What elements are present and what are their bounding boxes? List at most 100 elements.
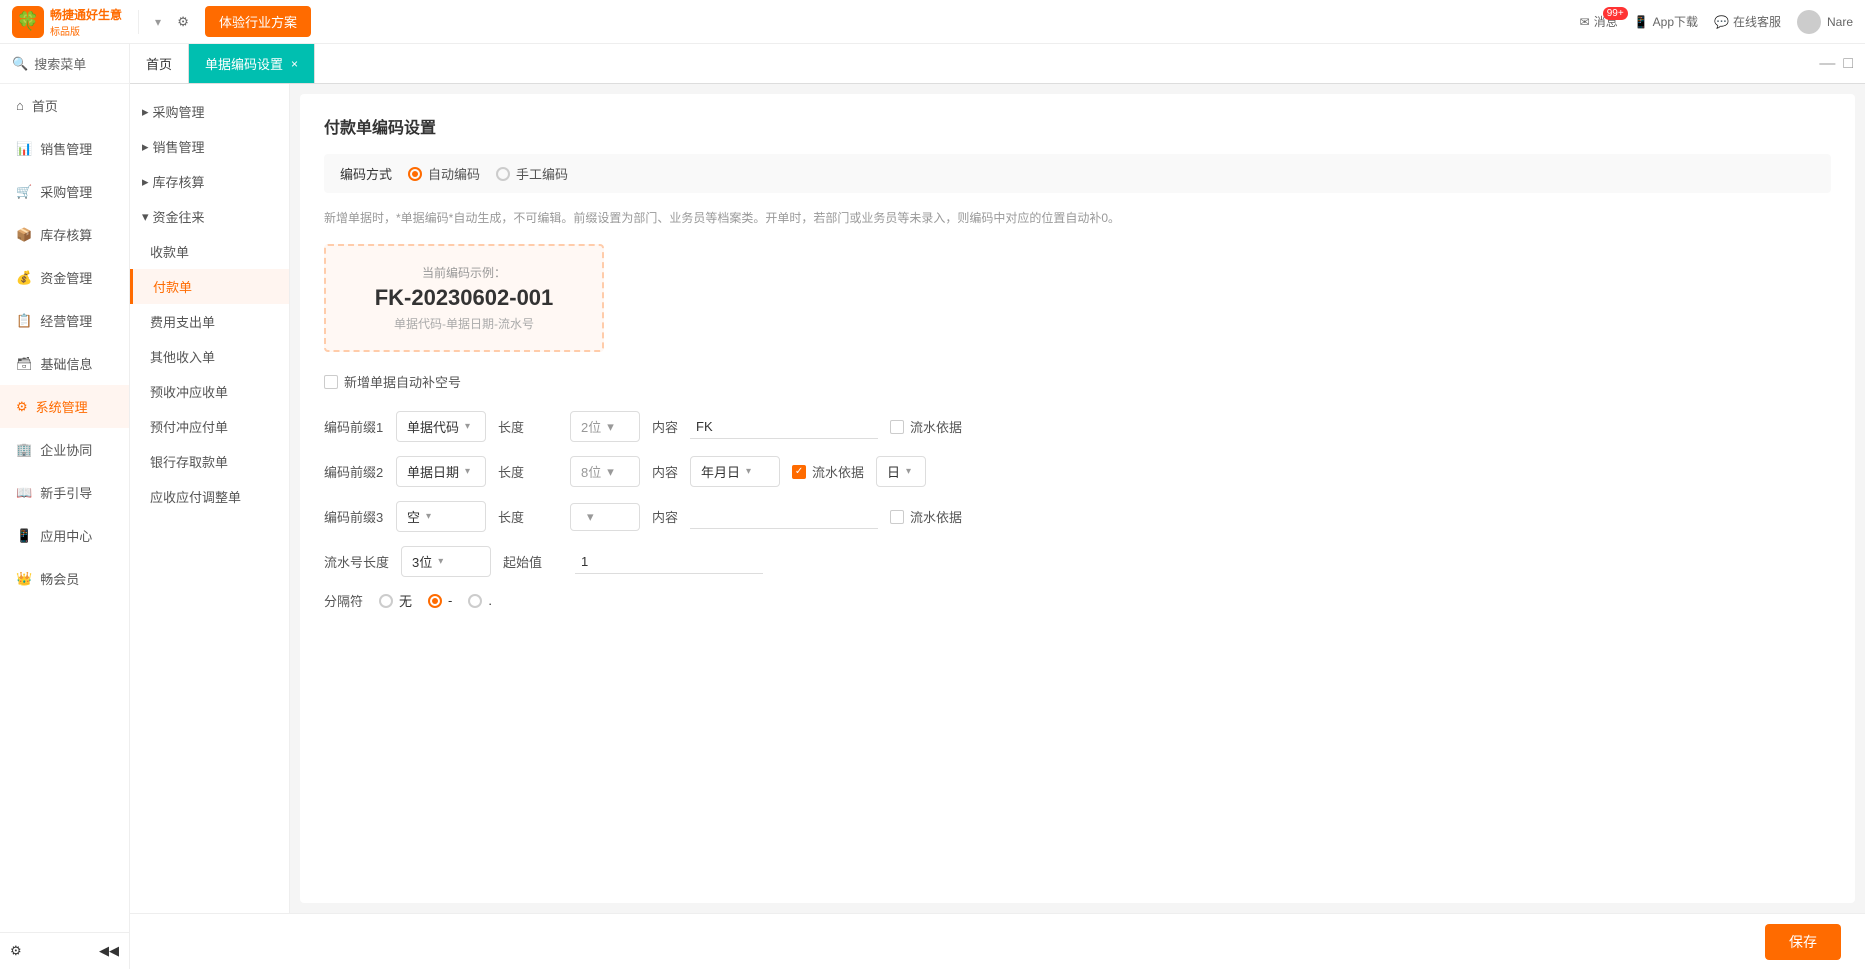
tab-home[interactable]: 首页: [130, 44, 189, 83]
manual-encoding-option[interactable]: 手工编码: [496, 164, 568, 183]
sidebar-item-sales[interactable]: 📊 销售管理: [0, 127, 129, 170]
config-prefix-2-select[interactable]: 单据日期 ▾: [396, 456, 486, 487]
sidebar-item-apps[interactable]: 📱 应用中心: [0, 514, 129, 557]
save-button[interactable]: 保存: [1765, 924, 1841, 960]
config-length-1-select[interactable]: 2位 ▾: [570, 411, 640, 442]
logo-text: 畅捷通好生意 标品版: [50, 6, 122, 38]
service-icon: 💬: [1714, 15, 1729, 29]
sidebar-item-member[interactable]: 👑 畅会员: [0, 557, 129, 600]
auto-fill-label: 新增单据自动补空号: [344, 372, 461, 391]
sub-item-prepay-receivable[interactable]: 预收冲应收单: [130, 374, 289, 409]
sub-group-purchase[interactable]: ▸ 采购管理: [130, 94, 289, 129]
sidebar-item-label-finance: 资金管理: [40, 268, 92, 287]
config-length-2-select[interactable]: 8位 ▾: [570, 456, 640, 487]
separator-row: 分隔符 无 - .: [324, 591, 1831, 610]
hint-text: 新增单据时，*单据编码*自动生成，不可编辑。前缀设置为部门、业务员等档案类。开单…: [324, 209, 1831, 228]
sidebar-top: 🔍 搜索菜单 ⌂ 首页 📊 销售管理 🛒 采购管理 📦 库存核: [0, 44, 129, 600]
user-profile[interactable]: Nare: [1797, 10, 1853, 34]
sidebar-item-operations[interactable]: 📋 经营管理: [0, 299, 129, 342]
length-1-dropdown-icon: ▾: [607, 419, 614, 435]
config-prefix-3-select[interactable]: 空 ▾: [396, 501, 486, 532]
tab-close-icon[interactable]: ×: [291, 57, 298, 71]
message-button[interactable]: ✉ 消息 99+: [1580, 13, 1618, 30]
manual-encoding-radio[interactable]: [496, 167, 510, 181]
serial-label-2: 流水依据: [812, 462, 864, 481]
serial-checkbox-2[interactable]: ✓: [792, 465, 806, 479]
main-panel: 付款单编码设置 编码方式 自动编码 手工编码: [300, 94, 1855, 903]
serial-length-label: 流水号长度: [324, 552, 389, 571]
start-value-input[interactable]: [575, 550, 763, 574]
sidebar-item-enterprise[interactable]: 🏢 企业协同: [0, 428, 129, 471]
sidebar-item-guide[interactable]: 📖 新手引导: [0, 471, 129, 514]
arrow-right-inventory-icon: ▸: [142, 174, 149, 190]
sidebar-item-label-member: 畅会员: [40, 569, 79, 588]
sub-item-bank-deposit[interactable]: 银行存取款单: [130, 444, 289, 479]
auto-encoding-option[interactable]: 自动编码: [408, 164, 480, 183]
sidebar-item-basic[interactable]: 🗃 基础信息: [0, 342, 129, 385]
sub-group-sales[interactable]: ▸ 销售管理: [130, 129, 289, 164]
tab-encoding[interactable]: 单据编码设置 ×: [189, 44, 315, 83]
serial-checkbox-1[interactable]: [890, 420, 904, 434]
sidebar-item-home[interactable]: ⌂ 首页: [0, 84, 129, 127]
sub-item-payment[interactable]: 付款单: [130, 269, 289, 304]
config-content-1-label: 内容: [652, 417, 678, 436]
sub-item-prepay-payable[interactable]: 预付冲应付单: [130, 409, 289, 444]
serial-length-select[interactable]: 3位 ▾: [401, 546, 491, 577]
online-service-button[interactable]: 💬 在线客服: [1714, 13, 1781, 30]
sep-dash-option[interactable]: -: [428, 593, 452, 608]
config-row-3: 编码前缀3 空 ▾ 长度 ▾ 内容 流水依据: [324, 501, 1831, 532]
home-icon: ⌂: [16, 98, 24, 113]
sep-none-option[interactable]: 无: [379, 591, 412, 610]
tab-bar: 首页 单据编码设置 × — □: [130, 44, 1865, 84]
sub-group-inventory[interactable]: ▸ 库存核算: [130, 164, 289, 199]
sep-none-radio[interactable]: [379, 594, 393, 608]
auto-encoding-radio[interactable]: [408, 167, 422, 181]
collapse-icon[interactable]: ◀◀: [99, 943, 119, 959]
dropdown-button[interactable]: ▾: [155, 15, 161, 29]
tab-encoding-label: 单据编码设置: [205, 54, 283, 73]
serial-checkbox-3[interactable]: [890, 510, 904, 524]
sep-dot-radio[interactable]: [468, 594, 482, 608]
finance-icon: 💰: [16, 270, 32, 286]
config-content-1-input[interactable]: [690, 415, 878, 439]
maximize-button[interactable]: □: [1843, 55, 1853, 73]
auto-fill-checkbox[interactable]: 新增单据自动补空号: [324, 372, 461, 391]
username: Nare: [1827, 15, 1853, 29]
sep-dash-radio[interactable]: [428, 594, 442, 608]
guide-icon: 📖: [16, 485, 32, 501]
serial-check-3: 流水依据: [890, 507, 962, 526]
auto-fill-checkbox-box[interactable]: [324, 375, 338, 389]
config-prefix-1-label: 编码前缀1: [324, 417, 384, 436]
config-length-3-select[interactable]: ▾: [570, 503, 640, 531]
config-length-3-label: 长度: [498, 507, 558, 526]
config-row-2: 编码前缀2 单据日期 ▾ 长度 8位 ▾ 内容 年月日 ▾: [324, 456, 1831, 487]
sub-item-expense[interactable]: 费用支出单: [130, 304, 289, 339]
sub-item-payable-adjust[interactable]: 应收应付调整单: [130, 479, 289, 514]
settings-bottom-icon[interactable]: ⚙: [10, 943, 22, 959]
sidebar-item-purchase[interactable]: 🛒 采购管理: [0, 170, 129, 213]
config-row-1: 编码前缀1 单据代码 ▾ 长度 2位 ▾ 内容 流水依据: [324, 411, 1831, 442]
message-icon: ✉: [1580, 15, 1590, 29]
config-content-2-select[interactable]: 年月日 ▾: [690, 456, 780, 487]
sales-icon: 📊: [16, 141, 32, 157]
config-content-3-input[interactable]: [690, 505, 878, 529]
trial-button[interactable]: 体验行业方案: [205, 6, 311, 37]
serial-unit-2-select[interactable]: 日 ▾: [876, 456, 926, 487]
sidebar-item-finance[interactable]: 💰 资金管理: [0, 256, 129, 299]
sub-item-other-income[interactable]: 其他收入单: [130, 339, 289, 374]
search-menu-button[interactable]: 🔍 搜索菜单: [0, 44, 129, 84]
sidebar-item-system[interactable]: ⚙ 系统管理: [0, 385, 129, 428]
encoding-radio-group: 自动编码 手工编码: [408, 164, 568, 183]
sidebar-item-label-system: 系统管理: [36, 397, 88, 416]
serial-unit-2-dropdown-icon: ▾: [906, 466, 911, 477]
app-download-button[interactable]: 📱 App下载: [1634, 13, 1698, 30]
minimize-button[interactable]: —: [1819, 55, 1835, 73]
sidebar-item-inventory[interactable]: 📦 库存核算: [0, 213, 129, 256]
settings-button[interactable]: ⚙: [169, 8, 197, 36]
sub-sidebar: ▸ 采购管理 ▸ 销售管理 ▸ 库存核算 ▾ 资金往来 收款单: [130, 84, 290, 913]
config-prefix-1-select[interactable]: 单据代码 ▾: [396, 411, 486, 442]
sub-item-receipt[interactable]: 收款单: [130, 234, 289, 269]
sub-group-funds[interactable]: ▾ 资金往来: [130, 199, 289, 234]
sidebar-item-label-home: 首页: [32, 96, 58, 115]
sep-dot-option[interactable]: .: [468, 593, 492, 608]
